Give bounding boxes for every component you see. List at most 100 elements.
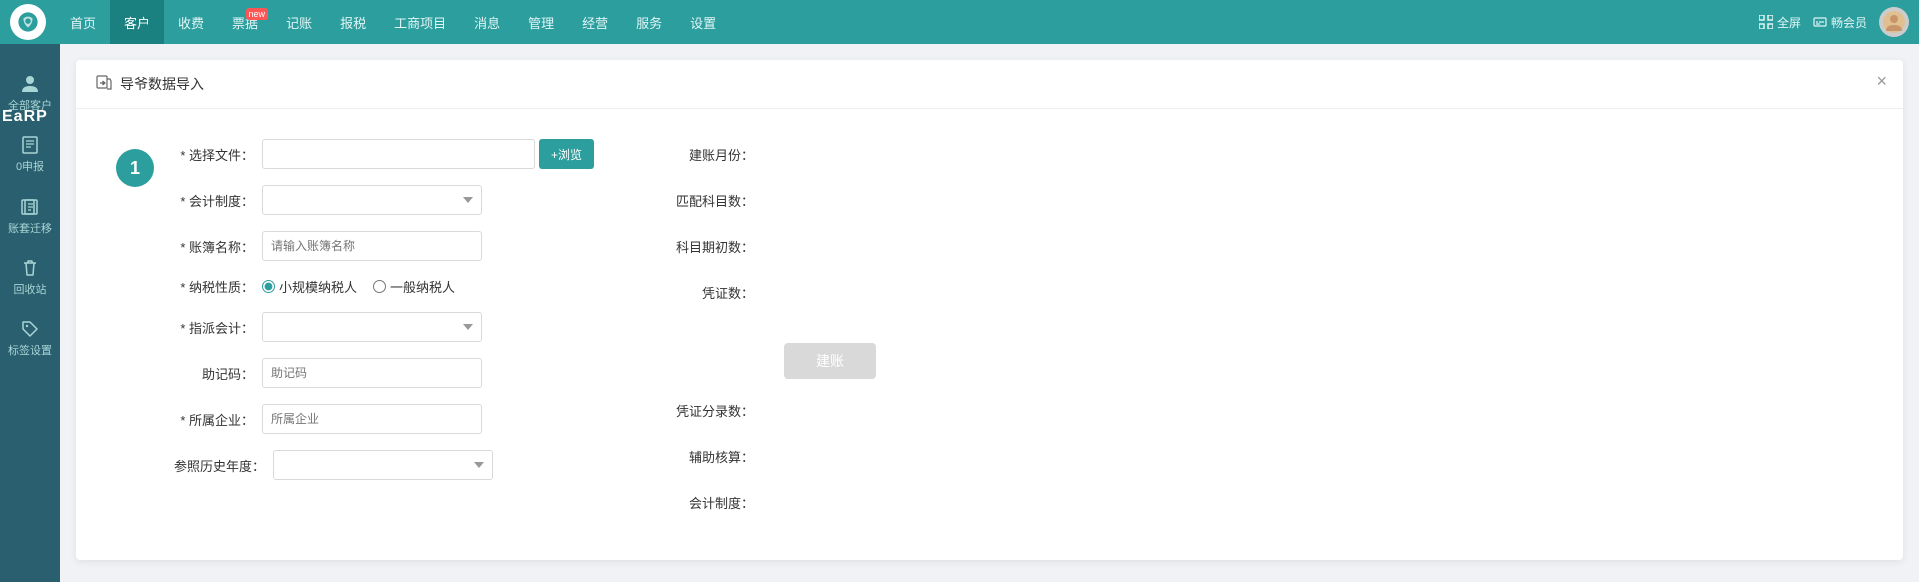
- sidebar-item-recycle[interactable]: 回收站: [2, 248, 58, 305]
- step-badge: 1: [116, 149, 154, 187]
- subject-initial-label: 科目期初数：: [654, 237, 754, 256]
- sidebar-item-declaration[interactable]: 0申报: [2, 125, 58, 182]
- accountant-label: * 指派会计：: [174, 318, 254, 337]
- nav-items: 首页 客户 收费 票据 new 记账 报税 工商项目 消息 管理 经营 服务 设…: [56, 0, 1759, 44]
- form-section-right: 建账月份： 匹配科目数： 科目期初数： 凭证数：: [654, 139, 1863, 517]
- subject-initial-value: [762, 231, 1863, 261]
- account-month-row: 建账月份：: [654, 139, 1863, 169]
- match-subjects-row: 匹配科目数：: [654, 185, 1863, 215]
- accounting-system-row: * 会计制度：: [174, 185, 594, 215]
- nav-message[interactable]: 消息: [460, 0, 514, 44]
- accounting-system-display-label: 会计制度：: [654, 493, 754, 512]
- file-input-group: +浏览: [262, 139, 594, 169]
- top-nav: 首页 客户 收费 票据 new 记账 报税 工商项目 消息 管理 经营 服务 设…: [0, 0, 1919, 44]
- ledger-name-input[interactable]: [262, 231, 482, 261]
- member-button[interactable]: 畅会员: [1813, 14, 1867, 31]
- browse-button[interactable]: +浏览: [539, 139, 594, 169]
- nav-settings[interactable]: 设置: [676, 0, 730, 44]
- nav-home[interactable]: 首页: [56, 0, 110, 44]
- sidebar-item-declaration-label: 0申报: [16, 160, 44, 174]
- avatar-icon: [1883, 11, 1905, 33]
- create-button-row: 建账: [654, 323, 1863, 379]
- voucher-entries-label: 凭证分录数：: [654, 401, 754, 420]
- nav-operation[interactable]: 经营: [568, 0, 622, 44]
- new-badge: new: [246, 8, 269, 20]
- voucher-count-label: 凭证数：: [654, 283, 754, 302]
- sidebar-item-label-settings-label: 标签设置: [8, 344, 52, 358]
- main-content: 导爷数据导入 × 1 * 选择文件：: [60, 44, 1919, 582]
- nav-clients[interactable]: 客户: [110, 0, 164, 44]
- dialog-header: 导爷数据导入 ×: [76, 60, 1903, 109]
- earp-label: EaRP: [2, 108, 48, 126]
- memo-row: 助记码：: [174, 358, 594, 388]
- user-avatar[interactable]: [1879, 7, 1909, 37]
- create-account-button[interactable]: 建账: [784, 343, 876, 379]
- voucher-entries-row: 凭证分录数：: [654, 395, 1863, 425]
- auxiliary-row: 辅助核算：: [654, 441, 1863, 471]
- app-layout: EaRP 全部客户 0申报: [0, 44, 1919, 582]
- form-section-left: 1 * 选择文件： +浏览 * 会计制: [116, 139, 594, 517]
- sidebar: EaRP 全部客户 0申报: [0, 44, 60, 582]
- memo-label: 助记码：: [174, 364, 254, 383]
- accounting-system-select[interactable]: [262, 185, 482, 215]
- trash-icon: [18, 256, 42, 280]
- tax-type-radio-group: 小规模纳税人 一般纳税人: [262, 277, 455, 296]
- dialog-body: 1 * 选择文件： +浏览 * 会计制: [76, 109, 1903, 547]
- nav-bookkeeping[interactable]: 记账: [272, 0, 326, 44]
- tax-small-scale[interactable]: 小规模纳税人: [262, 277, 357, 296]
- ledger-name-row: * 账簿名称：: [174, 231, 594, 261]
- nav-service[interactable]: 服务: [622, 0, 676, 44]
- app-logo[interactable]: [10, 4, 46, 40]
- form-rows: * 选择文件： +浏览 * 会计制度：: [174, 139, 594, 480]
- voucher-count-value: [762, 277, 1863, 307]
- history-year-label: 参照历史年度：: [174, 456, 265, 475]
- history-year-select[interactable]: [273, 450, 493, 480]
- person-icon: [18, 72, 42, 96]
- subject-initial-row: 科目期初数：: [654, 231, 1863, 261]
- fullscreen-button[interactable]: 全屏: [1759, 14, 1801, 31]
- accounting-system-display-row: 会计制度：: [654, 487, 1863, 517]
- account-month-label: 建账月份：: [654, 145, 754, 164]
- dialog-close-button[interactable]: ×: [1876, 72, 1887, 90]
- tax-type-row: * 纳税性质： 小规模纳税人 一般纳税人: [174, 277, 594, 296]
- nav-business[interactable]: 工商项目: [380, 0, 460, 44]
- nav-invoice[interactable]: 票据 new: [218, 0, 272, 44]
- accountant-select[interactable]: [262, 312, 482, 342]
- ledger-name-label: * 账簿名称：: [174, 237, 254, 256]
- nav-tax[interactable]: 报税: [326, 0, 380, 44]
- accounting-system-display-value: [762, 487, 1863, 517]
- match-subjects-label: 匹配科目数：: [654, 191, 754, 210]
- company-row: * 所属企业：: [174, 404, 594, 434]
- report-icon: [18, 133, 42, 157]
- sidebar-item-label-settings[interactable]: 标签设置: [2, 309, 58, 366]
- memo-input[interactable]: [262, 358, 482, 388]
- dialog-title: 导爷数据导入: [120, 74, 204, 94]
- tax-general[interactable]: 一般纳税人: [373, 277, 455, 296]
- history-year-row: 参照历史年度：: [174, 450, 594, 480]
- tag-icon: [18, 317, 42, 341]
- auxiliary-label: 辅助核算：: [654, 447, 754, 466]
- company-label: * 所属企业：: [174, 410, 254, 429]
- nav-management[interactable]: 管理: [514, 0, 568, 44]
- nav-right: 全屏 畅会员: [1759, 7, 1909, 37]
- auxiliary-value: [762, 441, 1863, 471]
- ledger-icon: [18, 195, 42, 219]
- voucher-entries-value: [762, 395, 1863, 425]
- member-icon: [1813, 15, 1827, 29]
- accounting-system-label: * 会计制度：: [174, 191, 254, 210]
- create-btn-row: 凭证数：: [654, 277, 1863, 307]
- sidebar-item-recycle-label: 回收站: [14, 283, 47, 297]
- fullscreen-icon: [1759, 15, 1773, 29]
- import-icon: [96, 75, 112, 94]
- nav-billing[interactable]: 收费: [164, 0, 218, 44]
- file-select-row: * 选择文件： +浏览: [174, 139, 594, 169]
- sidebar-item-account-migration-label: 账套迁移: [8, 222, 52, 236]
- account-month-value: [762, 139, 1863, 169]
- file-path-input[interactable]: [262, 139, 535, 169]
- dialog-panel: 导爷数据导入 × 1 * 选择文件：: [76, 60, 1903, 560]
- company-input[interactable]: [262, 404, 482, 434]
- tax-type-label: * 纳税性质：: [174, 277, 254, 296]
- match-subjects-value: [762, 185, 1863, 215]
- accountant-row: * 指派会计：: [174, 312, 594, 342]
- sidebar-item-account-migration[interactable]: 账套迁移: [2, 187, 58, 244]
